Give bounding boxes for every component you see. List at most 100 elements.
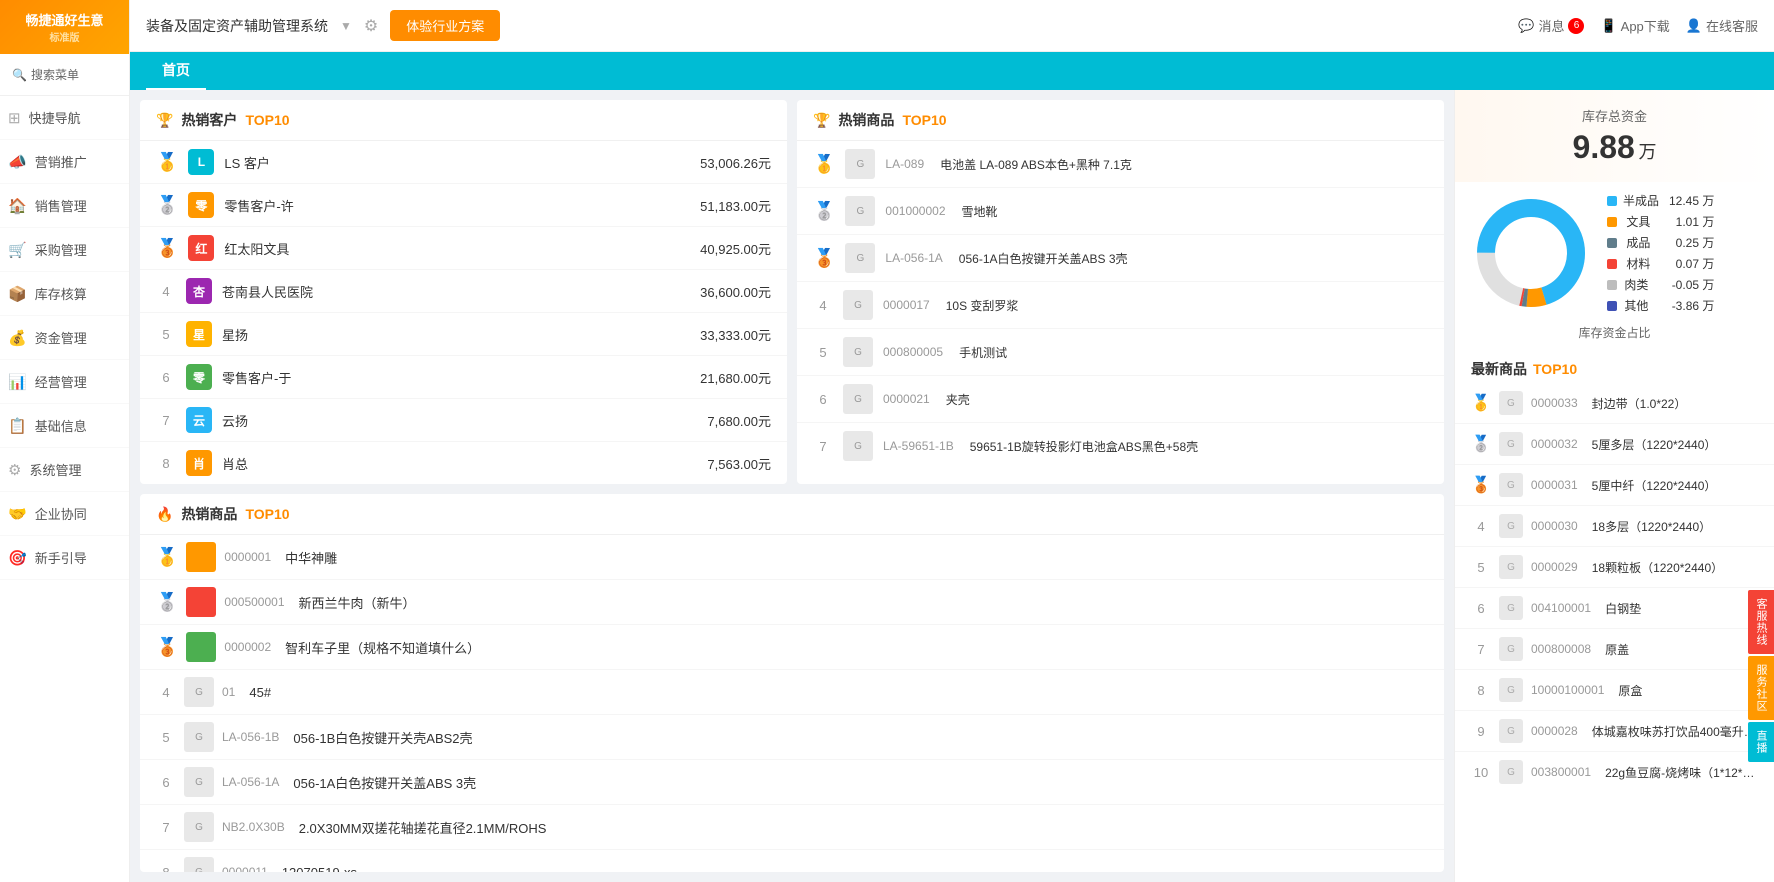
nav-home-label: 首页 [162, 60, 190, 80]
product-code: 000800005 [883, 345, 943, 359]
new-product-list-item[interactable]: 🥈 G 0000032 5厘多层（1220*2440） [1455, 424, 1774, 465]
sidebar-item-inventory[interactable]: 📦 库存核算 [0, 272, 129, 316]
customer-list-item[interactable]: 🥇 L LS 客户 53,006.26元 [140, 141, 787, 184]
content-area: 🏆 热销客户 TOP10 🥇 L LS 客户 53,006.26元 🥈 零 零售… [130, 90, 1774, 882]
app-download-label: App下载 [1621, 16, 1670, 35]
rank-number: 4 [1471, 519, 1491, 534]
sidebar-item-enterprise[interactable]: 🤝 企业协同 [0, 492, 129, 536]
rank-gold-icon: 🥇 [156, 547, 178, 568]
product-code: LA-056-1A [885, 251, 942, 265]
customer-list-item[interactable]: 4 杏 苍南县人民医院 36,600.00元 [140, 270, 787, 313]
product-placeholder: G [184, 812, 214, 842]
product-name: 22g鱼豆腐-烧烤味（1*12*20） [1605, 764, 1758, 781]
new-product-list-item[interactable]: 🥇 G 0000033 封边带（1.0*22） [1455, 383, 1774, 424]
product-code: 0000021 [883, 392, 930, 406]
trophy-icon: 🏆 [156, 112, 173, 129]
legend-value: 12.45 万 [1669, 192, 1714, 209]
hot-product-list-item[interactable]: 6 G LA-056-1A 056-1A白色按键开关盖ABS 3壳 [140, 760, 1444, 805]
legend-dot [1607, 217, 1617, 227]
new-product-list-item[interactable]: 4 G 0000030 18多层（1220*2440） [1455, 506, 1774, 547]
hot-product-list-item[interactable]: 8 G 0000011 12070519-xs [140, 850, 1444, 872]
sidebar-item-purchase[interactable]: 🛒 采购管理 [0, 228, 129, 272]
customer-service-btn[interactable]: 客服热线 [1748, 590, 1774, 654]
new-product-list-item[interactable]: 6 G 004100001 白钢垫 [1455, 588, 1774, 629]
customer-list-item[interactable]: 5 星 星扬 33,333.00元 [140, 313, 787, 356]
product-thumbnail: G [845, 196, 875, 226]
product-code: LA-056-1A [222, 775, 279, 789]
new-product-list-item[interactable]: 5 G 0000029 18颗粒板（1220*2440） [1455, 547, 1774, 588]
legend-item: 材料 0.07 万 [1607, 255, 1714, 272]
hot-product-list-item[interactable]: 🥇 0000001 中华神雕 [140, 535, 1444, 580]
customer-list-item[interactable]: 6 零 零售客户-于 21,680.00元 [140, 356, 787, 399]
new-product-list-item[interactable]: 8 G 10000100001 原盒 [1455, 670, 1774, 711]
sidebar-item-quick-nav[interactable]: ⊞ 快捷导航 [0, 96, 129, 140]
product-code: 0000029 [1531, 560, 1578, 574]
legend-value: 0.07 万 [1676, 255, 1715, 272]
customer-list-item[interactable]: 🥉 红 红太阳文具 40,925.00元 [140, 227, 787, 270]
sidebar-item-base-info[interactable]: 📋 基础信息 [0, 404, 129, 448]
settings-icon[interactable]: ⚙ [364, 16, 378, 36]
product-code: 0000011 [222, 865, 268, 872]
product-name: 18颗粒板（1220*2440） [1592, 559, 1758, 576]
product-code: 003800001 [1531, 765, 1591, 779]
sidebar-item-sales[interactable]: 🏠 销售管理 [0, 184, 129, 228]
product-right-list-item[interactable]: 4 G 0000017 10S 变刮罗浆 [797, 282, 1444, 329]
customer-top10-header: 🏆 热销客户 TOP10 [140, 100, 787, 141]
product-code: 000500001 [224, 595, 284, 609]
trial-button[interactable]: 体验行业方案 [390, 10, 500, 41]
app-subtitle: 标准版 [8, 29, 121, 44]
product-right-list-item[interactable]: 🥈 G 001000002 雪地靴 [797, 188, 1444, 235]
product-placeholder: G [184, 722, 214, 752]
nav-home[interactable]: 首页 [146, 52, 206, 90]
product-right-list-item[interactable]: 6 G 0000021 夹壳 [797, 376, 1444, 423]
legend-item: 成品 0.25 万 [1607, 234, 1714, 251]
legend-name: 材料 [1626, 255, 1666, 272]
sidebar-item-marketing[interactable]: 📣 营销推广 [0, 140, 129, 184]
hot-product-list-item[interactable]: 🥉 0000002 智利车子里（规格不知道填什么） [140, 625, 1444, 670]
product-code: 0000017 [883, 298, 930, 312]
hot-product-list-item[interactable]: 5 G LA-056-1B 056-1B白色按键开关壳ABS2壳 [140, 715, 1444, 760]
system-dropdown-icon[interactable]: ▼ [340, 19, 352, 33]
sidebar-search-area[interactable]: 🔍 搜索菜单 [0, 54, 129, 96]
donut-chart [1471, 193, 1591, 313]
product-right-list-item[interactable]: 🥉 G LA-056-1A 056-1A白色按键开关盖ABS 3壳 [797, 235, 1444, 282]
rank-number: 5 [156, 730, 176, 745]
product-name: 056-1B白色按键开关壳ABS2壳 [293, 728, 472, 747]
app-download-button[interactable]: 📱 App下载 [1600, 16, 1669, 35]
legend-value: -3.86 万 [1672, 297, 1715, 314]
main-area: 装备及固定资产辅助管理系统 ▼ ⚙ 体验行业方案 💬 消息 6 📱 App下载 … [130, 0, 1774, 882]
legend-dot [1607, 259, 1617, 269]
product-name: 电池盖 LA-089 ABS本色+黑种 7.1克 [940, 156, 1428, 173]
product-top10-right-body: 🥇 G LA-089 电池盖 LA-089 ABS本色+黑种 7.1克 🥈 G … [797, 141, 1444, 469]
new-product-list-item[interactable]: 9 G 0000028 体城嘉枚味苏打饮品400毫升（1*15） [1455, 711, 1774, 752]
hot-product-list-item[interactable]: 4 G 01 45# [140, 670, 1444, 715]
hot-product-list-item[interactable]: 7 G NB2.0X30B 2.0X30MM双搓花轴搓花直径2.1MM/ROHS [140, 805, 1444, 850]
hot-product-list-item[interactable]: 🥈 000500001 新西兰牛肉（新牛） [140, 580, 1444, 625]
sidebar-item-label: 基础信息 [35, 416, 87, 435]
live-btn[interactable]: 直播 [1748, 722, 1774, 762]
new-product-list-item[interactable]: 7 G 000800008 原盖 [1455, 629, 1774, 670]
customer-list-item[interactable]: 8 肖 肖总 7,563.00元 [140, 442, 787, 484]
sidebar-item-guide[interactable]: 🎯 新手引导 [0, 536, 129, 580]
online-service-button[interactable]: 👤 在线客服 [1686, 16, 1758, 35]
sidebar-item-label: 快捷导航 [29, 108, 81, 127]
rank-bronze-icon: 🥉 [156, 637, 178, 658]
customer-list-item[interactable]: 7 云 云扬 7,680.00元 [140, 399, 787, 442]
product-code: NB2.0X30B [222, 820, 285, 834]
sidebar-item-finance[interactable]: 💰 资金管理 [0, 316, 129, 360]
hot-product-panel: 🔥 热销商品 TOP10 🥇 0000001 中华神雕 🥈 000500001 … [140, 494, 1444, 872]
sidebar-logo: 畅捷通好生意 标准版 [0, 0, 129, 54]
sidebar-item-system[interactable]: ⚙ 系统管理 [0, 448, 129, 492]
product-right-list-item[interactable]: 5 G 000800005 手机测试 [797, 329, 1444, 376]
message-button[interactable]: 💬 消息 6 [1518, 16, 1584, 35]
new-product-list-item[interactable]: 🥉 G 0000031 5厘中纤（1220*2440） [1455, 465, 1774, 506]
new-product-list-item[interactable]: 10 G 003800001 22g鱼豆腐-烧烤味（1*12*20） [1455, 752, 1774, 792]
customer-list-item[interactable]: 🥈 零 零售客户-许 51,183.00元 [140, 184, 787, 227]
product-right-list-item[interactable]: 🥇 G LA-089 电池盖 LA-089 ABS本色+黑种 7.1克 [797, 141, 1444, 188]
search-menu-button[interactable]: 🔍 搜索菜单 [8, 62, 121, 87]
product-thumbnail: G [843, 431, 873, 461]
community-btn[interactable]: 服务社区 [1748, 656, 1774, 720]
product-right-list-item[interactable]: 7 G LA-59651-1B 59651-1B旋转投影灯电池盒ABS黑色+58… [797, 423, 1444, 469]
sidebar-item-operations[interactable]: 📊 经营管理 [0, 360, 129, 404]
home-icon: ⊞ [8, 109, 21, 127]
